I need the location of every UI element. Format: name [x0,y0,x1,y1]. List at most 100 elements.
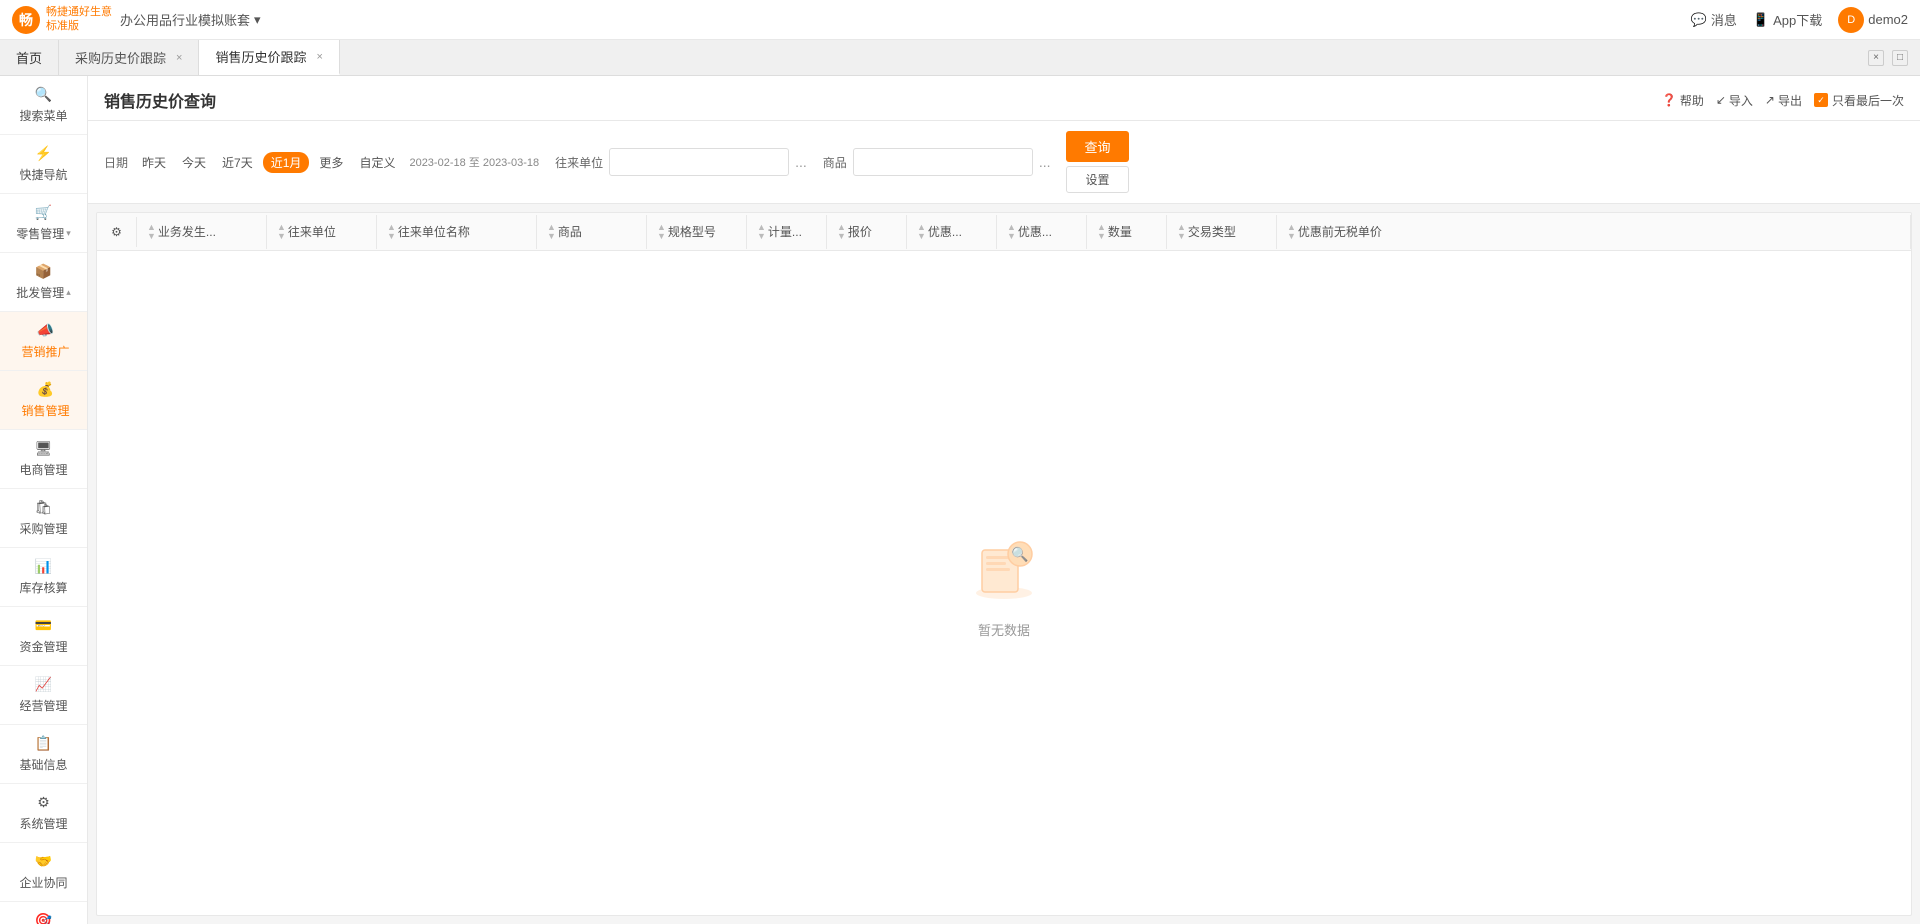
sidebar-item-guide[interactable]: 🎯 新手引导 [0,902,87,924]
app-title: 办公用品行业模拟账套 [120,10,250,29]
export-icon: ↗ [1765,93,1775,107]
sidebar-label-system: 系统管理 [19,815,67,832]
maximize-window-button[interactable]: □ [1892,50,1908,66]
partner-input[interactable] [609,148,789,176]
close-window-button[interactable]: × [1868,50,1884,66]
sidebar-item-quicknav[interactable]: ⚡ 快捷导航 [0,135,87,194]
action-buttons: 查询 设置 [1066,131,1128,193]
date-filter-group: 日期 昨天 今天 近7天 近1月 更多 自定义 2023-02-18 至 202… [104,152,539,173]
date-btn-custom[interactable]: 自定义 [353,152,401,173]
query-button[interactable]: 查询 [1066,131,1128,162]
user-name: demo2 [1868,12,1908,27]
user-menu[interactable]: D demo2 [1838,7,1908,33]
sidebar-item-retail[interactable]: 🛒 零售管理 ▾ [0,194,87,253]
app-download-button[interactable]: 📱 App下载 [1753,10,1822,29]
date-btn-today[interactable]: 今天 [176,152,212,173]
th-goods-label: 商品 [558,223,582,240]
message-button[interactable]: 💬 消息 [1691,10,1737,29]
th-spec-label: 规格型号 [668,223,716,240]
th-goods[interactable]: ▲▼ 商品 [537,215,647,249]
help-button[interactable]: ❓ 帮助 [1662,92,1704,109]
salesmgmt-icon: 💰 [37,381,54,398]
sidebar-item-wholesale[interactable]: 📦 批发管理 ▴ [0,253,87,312]
tab-close-purchase[interactable]: × [176,52,182,64]
sidebar-label-finance: 资金管理 [19,638,67,655]
top-bar-left: 畅 畅捷通好生意 标准版 办公用品行业模拟账套 ▾ [12,6,261,34]
date-btn-more[interactable]: 更多 [313,152,349,173]
th-partner-name[interactable]: ▲▼ 往来单位名称 [377,215,537,249]
date-btn-yesterday[interactable]: 昨天 [136,152,172,173]
sidebar-item-inventory[interactable]: 📊 库存核算 [0,548,87,607]
goods-label: 商品 [823,154,847,171]
app-title-area[interactable]: 办公用品行业模拟账套 ▾ [120,10,261,29]
th-quantity[interactable]: ▲▼ 数量 [1087,215,1167,249]
th-partner-code[interactable]: ▲▼ 往来单位 [267,215,377,249]
sidebar-item-ecommerce[interactable]: 🖥 电商管理 [0,430,87,489]
sidebar-item-basic[interactable]: 📋 基础信息 [0,725,87,784]
sidebar-label-marketing: 营销推广 [21,343,69,360]
sidebar-item-purchase[interactable]: 🛍 采购管理 [0,489,87,548]
quicknav-icon: ⚡ [35,145,52,162]
sidebar-item-system[interactable]: ⚙ 系统管理 [0,784,87,843]
sidebar-item-operation[interactable]: 📈 经营管理 [0,666,87,725]
header-actions: ❓ 帮助 ↙ 导入 ↗ 导出 ✓ 只看最后一次 [1662,92,1904,109]
import-button[interactable]: ↙ 导入 [1716,92,1753,109]
export-button[interactable]: ↗ 导出 [1765,92,1802,109]
th-price-notax[interactable]: ▲▼ 优惠前无税单价 [1277,215,1911,249]
page-title: 销售历史价查询 [104,88,216,112]
th-price-notax-label: 优惠前无税单价 [1298,223,1382,240]
tab-purchase-history[interactable]: 采购历史价跟踪 × [59,40,199,75]
wholesale-expand-icon: ▴ [66,287,71,298]
th-biz-date[interactable]: ▲▼ 业务发生... [137,215,267,249]
th-settings[interactable]: ⚙ [97,217,137,247]
checkbox-icon: ✓ [1814,93,1828,107]
guide-icon: 🎯 [35,912,52,924]
th-sort-icon3: ▲▼ [387,223,396,241]
th-sort-icon2: ▲▼ [277,223,286,241]
settings-button[interactable]: 设置 [1066,166,1128,193]
marketing-icon: 📣 [37,322,54,339]
th-sort-icon11: ▲▼ [1177,223,1186,241]
search-icon: 🔍 [35,86,52,103]
tab-close-sales[interactable]: × [316,51,322,63]
export-label: 导出 [1778,92,1802,109]
date-btn-7days[interactable]: 近7天 [216,152,259,173]
tab-sales-history[interactable]: 销售历史价跟踪 × [199,40,339,75]
sidebar-item-salesmgmt[interactable]: 💰 销售管理 [0,371,87,430]
finance-icon: 💳 [35,617,52,634]
th-unit[interactable]: ▲▼ 计量... [747,215,827,249]
avatar: D [1838,7,1864,33]
tab-home[interactable]: 首页 [0,40,59,75]
inventory-icon: 📊 [35,558,52,575]
enterprise-icon: 🤝 [35,853,52,870]
sidebar-item-finance[interactable]: 💳 资金管理 [0,607,87,666]
th-price[interactable]: ▲▼ 报价 [827,215,907,249]
table-container: ⚙ ▲▼ 业务发生... ▲▼ 往来单位 ▲▼ 往来单位名称 ▲▼ 商品 [96,212,1912,916]
tab-spacer [340,40,1856,75]
sidebar-label-basic: 基础信息 [19,756,67,773]
sidebar-label-purchase: 采购管理 [19,520,67,537]
th-discount1[interactable]: ▲▼ 优惠... [907,215,997,249]
partner-more-icon[interactable]: ... [795,154,807,170]
th-sort-icon5: ▲▼ [657,223,666,241]
sidebar-item-marketing[interactable]: 📣 营销推广 [0,312,87,371]
logo-text: 畅捷通好生意 标准版 [46,6,112,32]
th-partner-name-label: 往来单位名称 [398,223,470,240]
only-last-checkbox[interactable]: ✓ 只看最后一次 [1814,92,1904,109]
sidebar-item-search[interactable]: 🔍 搜索菜单 [0,76,87,135]
th-sort-icon8: ▲▼ [917,223,926,241]
operation-icon: 📈 [35,676,52,693]
sidebar-label-quicknav: 快捷导航 [19,166,67,183]
dropdown-arrow-icon: ▾ [254,12,261,28]
th-spec[interactable]: ▲▼ 规格型号 [647,215,747,249]
date-btn-1month[interactable]: 近1月 [263,152,310,173]
th-trade-type[interactable]: ▲▼ 交易类型 [1167,215,1277,249]
goods-input[interactable] [853,148,1033,176]
th-sort-icon7: ▲▼ [837,223,846,241]
help-icon: ❓ [1662,93,1677,107]
th-biz-date-label: 业务发生... [158,223,216,240]
goods-more-icon[interactable]: ... [1039,154,1051,170]
sidebar-item-enterprise[interactable]: 🤝 企业协同 [0,843,87,902]
th-discount2[interactable]: ▲▼ 优惠... [997,215,1087,249]
ecommerce-icon: 🖥 [35,440,53,457]
